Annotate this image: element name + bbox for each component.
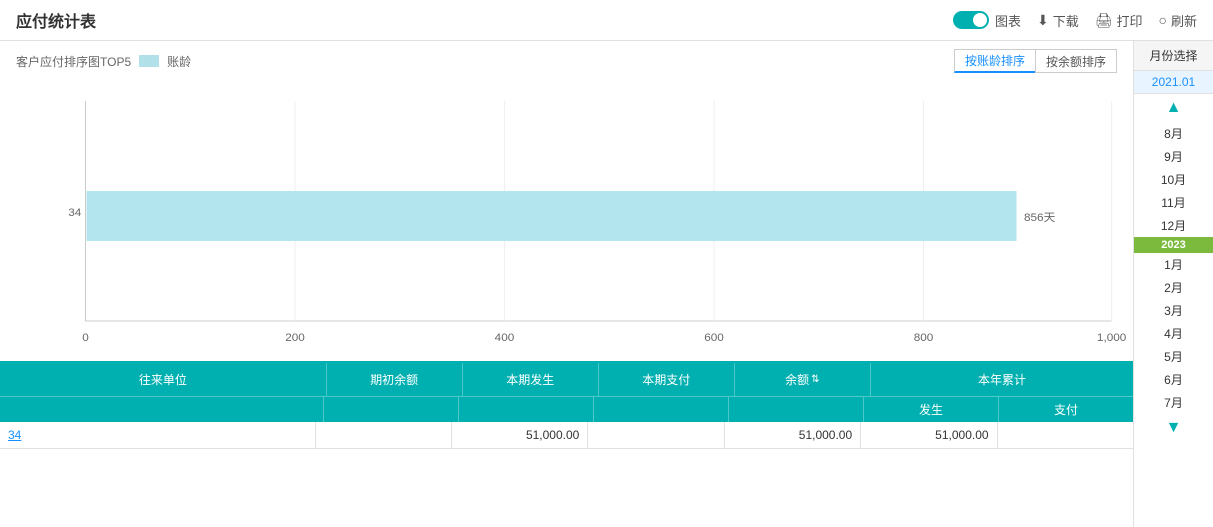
month-9[interactable]: 9月	[1134, 145, 1213, 168]
table-area: 往来单位 期初余额 本期发生 本期支付 余额 ⇅ 本年累计	[0, 361, 1133, 449]
td-balance: 51,000.00	[725, 422, 861, 448]
download-label: 下载	[1053, 11, 1079, 30]
unit-link[interactable]: 34	[8, 428, 21, 442]
nav-down-arrow[interactable]: ▼	[1162, 416, 1186, 440]
td-period-pay	[588, 422, 724, 448]
month-1[interactable]: 1月	[1134, 253, 1213, 276]
month-5[interactable]: 5月	[1134, 345, 1213, 368]
svg-text:1,000: 1,000	[1097, 332, 1126, 344]
svg-text:400: 400	[495, 332, 515, 344]
th-balance: 余额 ⇅	[735, 363, 871, 396]
header-actions: 图表 ⬇ 下载 🖨 打印 ○ 刷新	[953, 11, 1197, 30]
sort-buttons: 按账龄排序 按余额排序	[954, 49, 1117, 73]
print-icon: 🖨	[1095, 12, 1113, 29]
chart-legend: 客户应付排序图TOP5 账龄	[16, 53, 191, 70]
th-sub-period-occur	[459, 397, 594, 422]
th-period-start: 期初余额	[327, 363, 463, 396]
td-period-occur: 51,000.00	[452, 422, 588, 448]
month-8[interactable]: 8月	[1134, 122, 1213, 145]
month-7[interactable]: 7月	[1134, 391, 1213, 414]
month-12[interactable]: 12月	[1134, 214, 1213, 237]
refresh-label: 刷新	[1171, 11, 1197, 30]
month-4[interactable]: 4月	[1134, 322, 1213, 345]
th-unit: 往来单位	[0, 363, 327, 396]
main-content: 客户应付排序图TOP5 账龄 按账龄排序 按余额排序	[0, 41, 1213, 527]
svg-text:200: 200	[285, 332, 305, 344]
print-button[interactable]: 🖨 打印	[1095, 11, 1143, 30]
svg-text:600: 600	[704, 332, 724, 344]
toggle-thumb	[973, 13, 987, 27]
table-row: 34 51,000.00 51,000.00 51,000.00	[0, 422, 1133, 449]
sidebar: 月份选择 2021.01 ▲ 8月 9月 10月 11月 12月 2023 1月…	[1133, 41, 1213, 527]
refresh-button[interactable]: ○ 刷新	[1159, 11, 1197, 30]
chart-label: 图表	[995, 11, 1021, 30]
th-sub-year-pay: 支付	[999, 397, 1133, 422]
th-sub-period-start	[324, 397, 459, 422]
month-11[interactable]: 11月	[1134, 191, 1213, 214]
sidebar-nav: ▲ 8月 9月 10月 11月 12月 2023 1月 2月 3月 4月 5月 …	[1134, 94, 1213, 442]
legend-title: 客户应付排序图TOP5	[16, 53, 131, 70]
month-2[interactable]: 2月	[1134, 276, 1213, 299]
legend-box	[139, 55, 159, 67]
sidebar-current-month[interactable]: 2021.01	[1134, 71, 1213, 94]
month-10[interactable]: 10月	[1134, 168, 1213, 191]
header: 应付统计表 图表 ⬇ 下载 🖨 打印 ○ 刷新	[0, 0, 1213, 41]
svg-text:0: 0	[82, 332, 89, 344]
table-header-row1: 往来单位 期初余额 本期发生 本期支付 余额 ⇅ 本年累计	[0, 363, 1133, 396]
th-sub-year-occur: 发生	[864, 397, 999, 422]
chart-area: 客户应付排序图TOP5 账龄 按账龄排序 按余额排序	[0, 41, 1133, 527]
chart-toggle[interactable]: 图表	[953, 11, 1021, 30]
print-label: 打印	[1117, 11, 1143, 30]
month-3[interactable]: 3月	[1134, 299, 1213, 322]
chart-bar	[87, 191, 1017, 241]
th-sub-period-pay	[594, 397, 729, 422]
sort-by-balance-button[interactable]: 按余额排序	[1035, 49, 1117, 73]
th-period-pay: 本期支付	[599, 363, 735, 396]
refresh-icon: ○	[1159, 12, 1167, 28]
download-icon: ⬇	[1037, 12, 1049, 29]
toggle-track[interactable]	[953, 11, 989, 29]
td-year-occur: 51,000.00	[861, 422, 997, 448]
chart-header: 客户应付排序图TOP5 账龄 按账龄排序 按余额排序	[0, 41, 1133, 81]
year-2023-marker: 2023	[1134, 237, 1213, 253]
th-sub-balance	[729, 397, 864, 422]
balance-sort-icon: ⇅	[811, 374, 819, 385]
td-year-pay	[998, 422, 1133, 448]
th-year-total: 本年累计	[871, 363, 1133, 396]
td-period-start	[316, 422, 452, 448]
sidebar-header: 月份选择	[1134, 41, 1213, 71]
table-subheader: 发生 支付	[0, 396, 1133, 422]
th-sub-unit	[0, 397, 324, 422]
legend-label: 账龄	[167, 53, 191, 70]
svg-text:856天: 856天	[1024, 212, 1055, 224]
month-6[interactable]: 6月	[1134, 368, 1213, 391]
nav-up-arrow[interactable]: ▲	[1162, 96, 1186, 120]
page-title: 应付统计表	[16, 8, 96, 32]
chart-svg-wrapper: 0 200 400 600 800 1,000 34	[0, 81, 1133, 361]
svg-text:800: 800	[914, 332, 934, 344]
td-unit: 34	[0, 422, 316, 448]
chart-svg: 0 200 400 600 800 1,000 34	[0, 81, 1133, 361]
download-button[interactable]: ⬇ 下载	[1037, 11, 1079, 30]
svg-text:34: 34	[68, 207, 81, 219]
sort-by-amount-button[interactable]: 按账龄排序	[954, 49, 1035, 73]
th-period-occur: 本期发生	[463, 363, 599, 396]
